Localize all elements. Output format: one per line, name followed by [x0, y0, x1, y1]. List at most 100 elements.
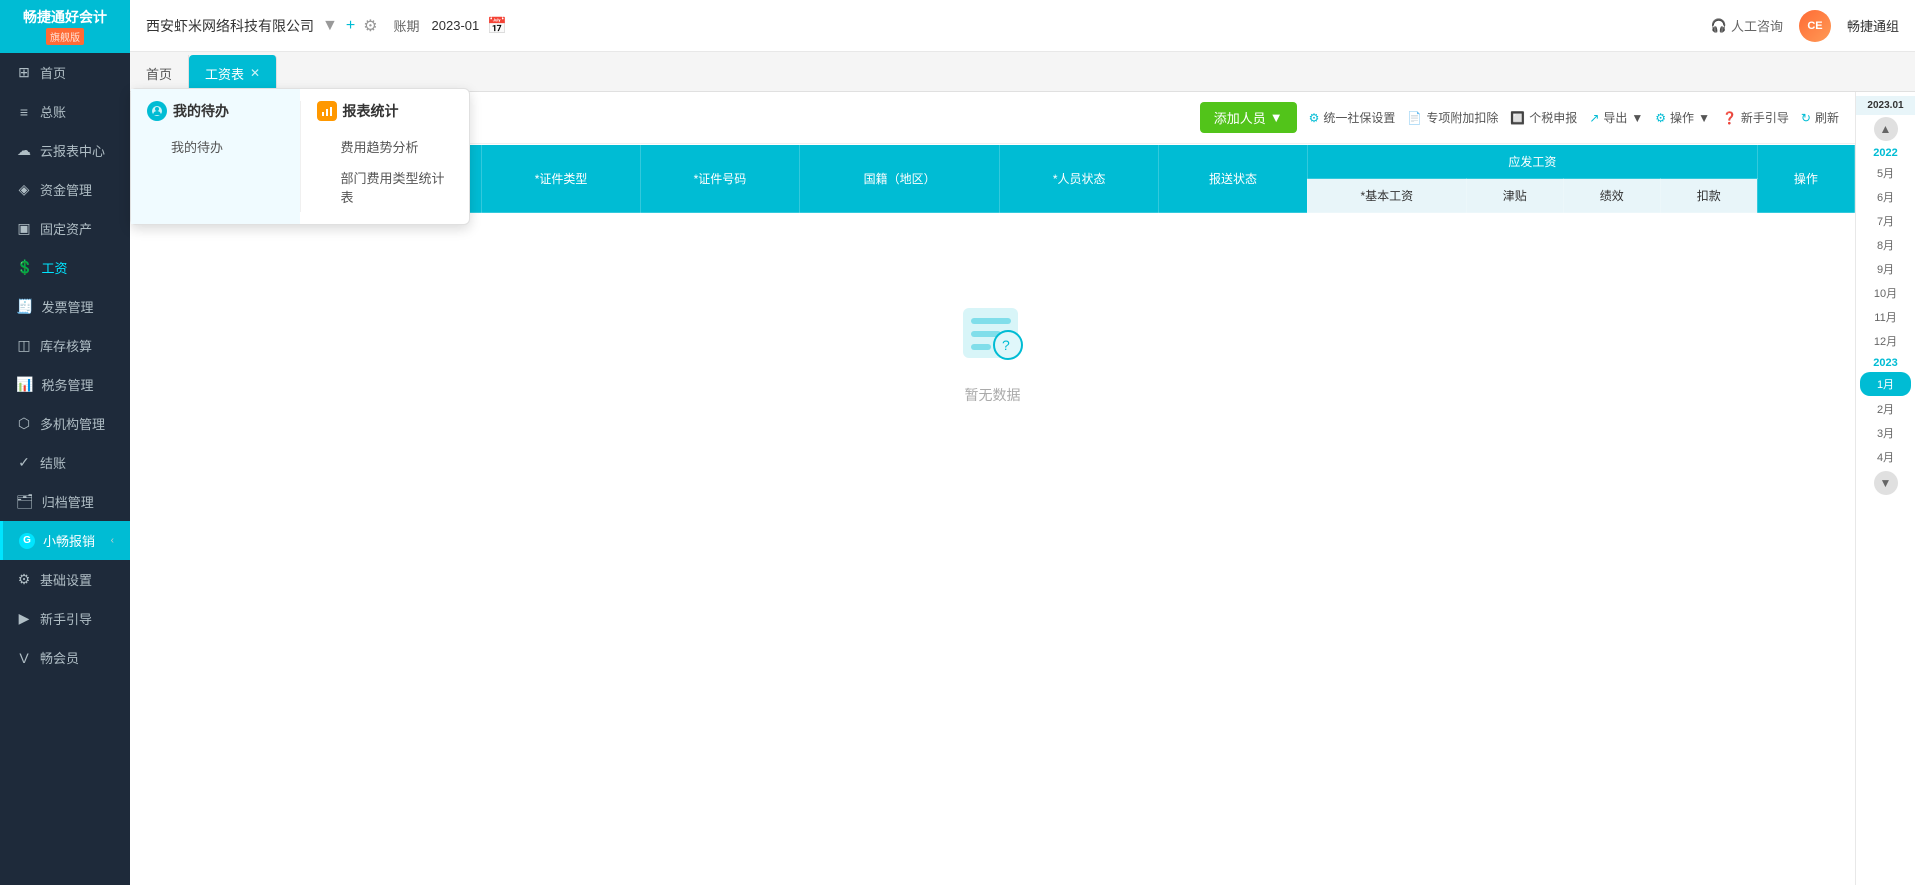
- dropdown-arrow-icon[interactable]: ▼: [322, 17, 338, 35]
- popup-col-reports-header: 报表统计: [317, 101, 454, 121]
- inventory-icon: ◫: [16, 337, 32, 354]
- empty-state: ? 暂无数据: [131, 213, 1855, 485]
- operations-btn[interactable]: ⚙ 操作 ▼: [1655, 109, 1710, 126]
- sidebar-item-fixed-assets[interactable]: ▣ 固定资产: [0, 209, 130, 248]
- sidebar-item-expense[interactable]: G 小畅报销 ‹: [0, 521, 130, 560]
- timeline-month-9[interactable]: 9月: [1856, 257, 1915, 281]
- popup-item-expense-trend[interactable]: 费用趋势分析: [317, 131, 454, 162]
- timeline-month-10[interactable]: 10月: [1856, 281, 1915, 305]
- table-wrap: 工号 *姓名 *部门 *证件类型 *证件号码 国籍（地区） *人员状态 报送状态…: [130, 144, 1855, 885]
- th-basic-salary: *基本工资: [1307, 179, 1466, 213]
- social-insurance-btn[interactable]: ⚙ 统一社保设置: [1309, 109, 1396, 126]
- th-id-type: *证件类型: [482, 145, 641, 213]
- sidebar-label-new-guide: 新手引导: [40, 609, 92, 628]
- personal-tax-label: 个税申报: [1529, 109, 1577, 126]
- th-person-status: *人员状态: [1000, 145, 1159, 213]
- sidebar-item-salary[interactable]: 💲 工资: [0, 248, 130, 287]
- company-name: 西安虾米网络科技有限公司: [146, 16, 314, 36]
- popup-item-dept-expense[interactable]: 部门费用类型统计表: [317, 162, 454, 212]
- tab-close-icon[interactable]: ✕: [250, 66, 260, 80]
- timeline-up-nav[interactable]: ▲: [1874, 117, 1898, 141]
- sidebar-label-settlement: 结账: [40, 453, 66, 472]
- personal-tax-btn[interactable]: 🔲 个税申报: [1510, 109, 1577, 126]
- calendar-icon[interactable]: 📅: [487, 16, 507, 36]
- ledger-icon: ≡: [16, 104, 32, 120]
- empty-text: 暂无数据: [965, 385, 1021, 405]
- sidebar-item-invoice[interactable]: 🧾 发票管理: [0, 287, 130, 326]
- sidebar-item-new-guide[interactable]: ▶ 新手引导: [0, 599, 130, 638]
- table-body: ? 暂无数据: [131, 213, 1855, 486]
- sidebar-item-cloud-report[interactable]: ☁ 云报表中心: [0, 131, 130, 170]
- sidebar-item-general-ledger[interactable]: ≡ 总账: [0, 92, 130, 131]
- timeline-month-3[interactable]: 3月: [1856, 421, 1915, 445]
- sidebar-label-fund-mgmt: 资金管理: [40, 180, 92, 199]
- home-icon: ⊞: [16, 64, 32, 81]
- guide-icon: ▶: [16, 610, 32, 627]
- add-person-button[interactable]: 添加人员 ▼: [1200, 102, 1297, 133]
- customer-service-btn[interactable]: 🎧 人工咨询: [1711, 16, 1783, 35]
- timeline-month-6[interactable]: 6月: [1856, 185, 1915, 209]
- tax-icon: 📊: [16, 376, 33, 393]
- sidebar-item-settlement[interactable]: ✓ 结账: [0, 443, 130, 482]
- tabbar: 首页 工资表 ✕: [130, 52, 1915, 92]
- sidebar: 畅捷通好会计 旗舰版 ⊞ 首页 ≡ 总账 ☁ 云报表中心 ◈ 资金管理 ▣ 固定…: [0, 0, 130, 885]
- special-deduction-btn[interactable]: 📄 专项附加扣除: [1407, 109, 1498, 126]
- sidebar-item-basic-settings[interactable]: ⚙ 基础设置: [0, 560, 130, 599]
- popup-col-reports-title: 报表统计: [343, 101, 399, 121]
- timeline-month-12[interactable]: 12月: [1856, 329, 1915, 353]
- add-company-icon[interactable]: +: [346, 17, 355, 35]
- multi-org-icon: ⬡: [16, 415, 32, 432]
- special-deduction-icon: 📄: [1407, 111, 1422, 125]
- timeline-year-2022: 2022: [1873, 147, 1897, 159]
- timeline-month-11[interactable]: 11月: [1856, 305, 1915, 329]
- sidebar-item-inventory[interactable]: ◫ 库存核算: [0, 326, 130, 365]
- operations-label: 操作: [1670, 109, 1694, 126]
- timeline-year-2023: 2023: [1873, 357, 1897, 369]
- sidebar-label-tax: 税务管理: [41, 375, 93, 394]
- timeline-month-1-active[interactable]: 1月: [1860, 372, 1911, 396]
- refresh-icon: ↻: [1801, 111, 1811, 125]
- settlement-icon: ✓: [16, 454, 32, 471]
- tab-salary[interactable]: 工资表 ✕: [189, 55, 277, 91]
- timeline-month-8[interactable]: 8月: [1856, 233, 1915, 257]
- timeline-month-5[interactable]: 5月: [1856, 161, 1915, 185]
- sidebar-label-multi-org: 多机构管理: [40, 414, 105, 433]
- period-value: 2023-01: [432, 18, 480, 33]
- app-title: 畅捷通好会计: [23, 8, 107, 26]
- archive-icon: 🗂: [16, 493, 34, 510]
- new-guide-label: 新手引导: [1741, 109, 1789, 126]
- sidebar-item-tax[interactable]: 📊 税务管理: [0, 365, 130, 404]
- th-payroll: 应发工资: [1307, 145, 1757, 179]
- sidebar-item-membership[interactable]: V 畅会员: [0, 638, 130, 677]
- export-btn[interactable]: ↗ 导出 ▼: [1589, 109, 1643, 126]
- assets-icon: ▣: [16, 220, 32, 237]
- timeline-month-2[interactable]: 2月: [1856, 397, 1915, 421]
- settings-icon2[interactable]: ⚙: [363, 16, 377, 36]
- th-nationality: 国籍（地区）: [799, 145, 1000, 213]
- sidebar-item-home[interactable]: ⊞ 首页: [0, 53, 130, 92]
- new-guide-btn[interactable]: ❓ 新手引导: [1722, 109, 1789, 126]
- popup-item-todo[interactable]: 我的待办: [147, 131, 284, 162]
- th-operations: 操作: [1757, 145, 1854, 213]
- th-bonus: 绩效: [1563, 179, 1660, 213]
- tab-salary-label: 工资表: [205, 64, 244, 83]
- tab-home[interactable]: 首页: [130, 55, 189, 91]
- empty-illustration: ?: [953, 293, 1033, 373]
- add-btn-label: 添加人员: [1214, 108, 1266, 127]
- topbar-left: 西安虾米网络科技有限公司 ▼ + ⚙ 账期 2023-01 📅: [146, 16, 507, 36]
- user-name: 畅捷通组: [1847, 16, 1899, 35]
- refresh-btn[interactable]: ↻ 刷新: [1801, 109, 1839, 126]
- timeline-month-7[interactable]: 7月: [1856, 209, 1915, 233]
- sidebar-item-multi-org[interactable]: ⬡ 多机构管理: [0, 404, 130, 443]
- th-allowance: 津贴: [1466, 179, 1563, 213]
- timeline-down-nav[interactable]: ▼: [1874, 471, 1898, 495]
- popup-col-reports: 报表统计 费用趋势分析 部门费用类型统计表: [301, 89, 470, 224]
- sidebar-item-archive[interactable]: 🗂 归档管理: [0, 482, 130, 521]
- timeline-month-4[interactable]: 4月: [1856, 445, 1915, 469]
- popup-col-todo-header: 我的待办: [147, 101, 284, 121]
- user-initials: CE: [1807, 20, 1822, 32]
- period-label: 账期: [394, 16, 420, 35]
- expense-icon: G: [19, 533, 35, 549]
- expense-submenu-popup: 我的待办 我的待办 报表统计 费用趋势分析 部门费: [130, 88, 470, 225]
- sidebar-item-fund-mgmt[interactable]: ◈ 资金管理: [0, 170, 130, 209]
